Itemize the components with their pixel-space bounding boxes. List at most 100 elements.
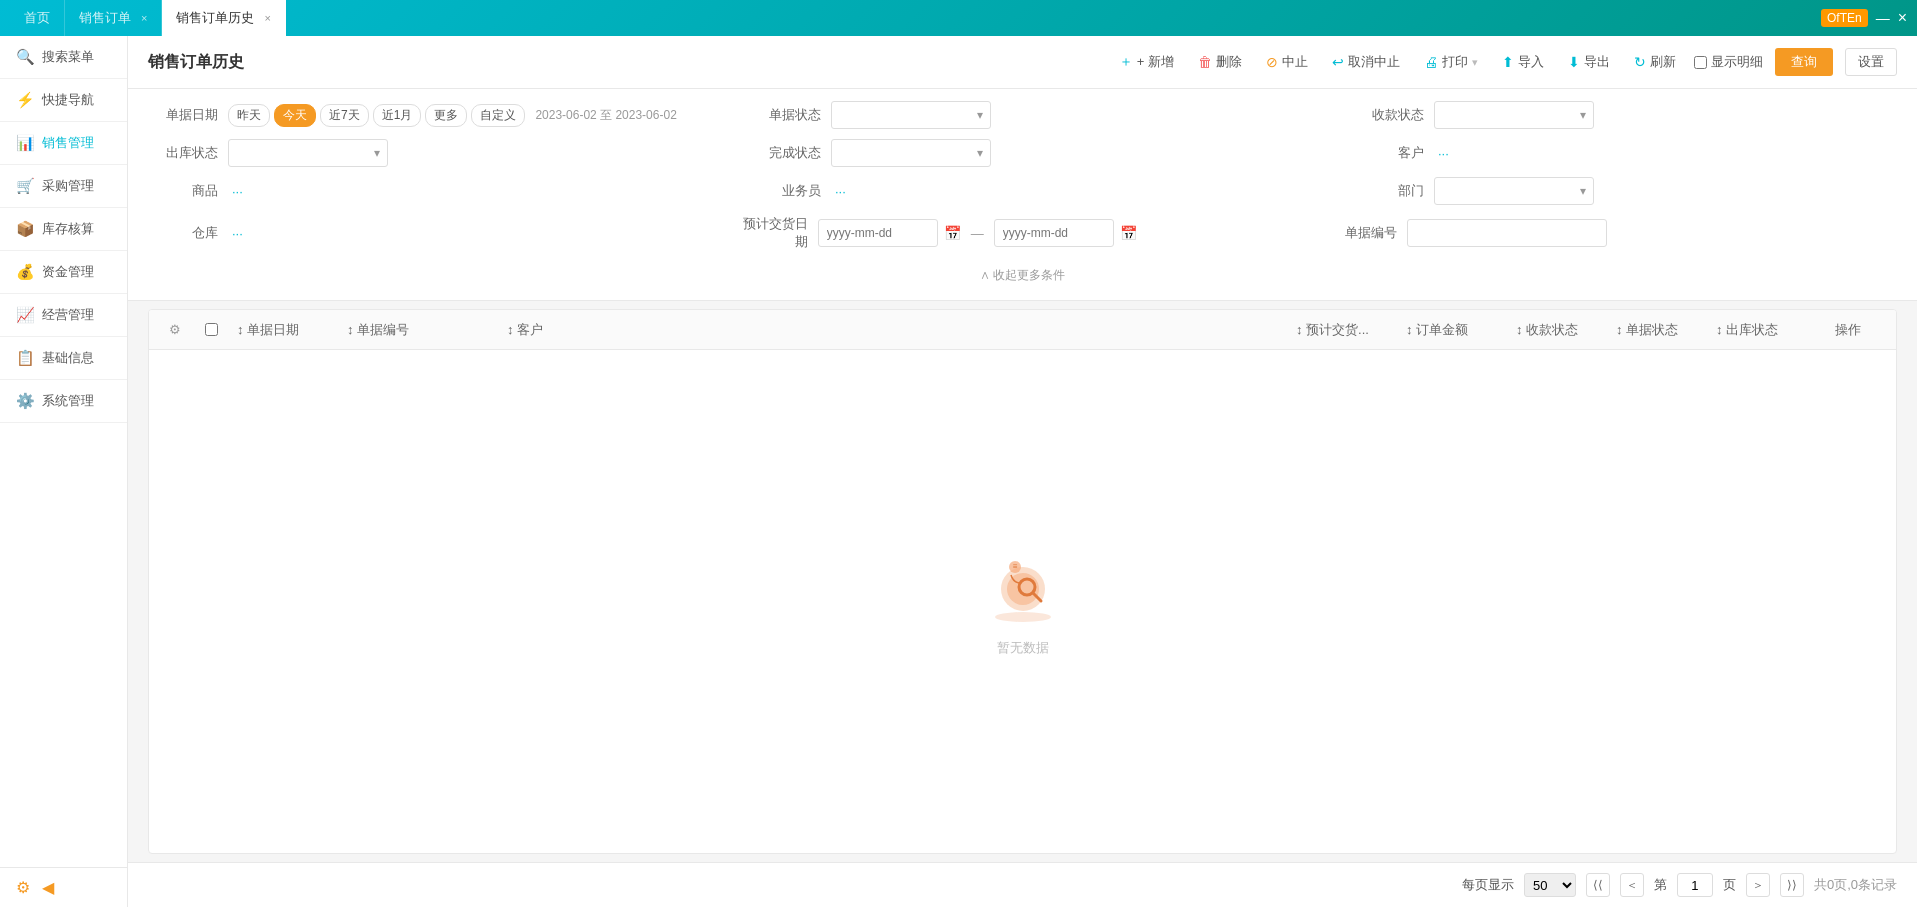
th-check[interactable] — [193, 323, 229, 336]
receipt-status-select[interactable] — [1434, 101, 1594, 129]
query-button[interactable]: 查询 — [1775, 48, 1833, 76]
sidebar-item-purchase-mgmt[interactable]: 🛒 采购管理 — [0, 165, 127, 208]
sidebar-item-purchase-mgmt-label: 采购管理 — [42, 177, 94, 195]
sidebar-item-sales-mgmt[interactable]: 📊 销售管理 — [0, 122, 127, 165]
date-btn-more[interactable]: 更多 — [425, 104, 467, 127]
filter-area: 单据日期 昨天 今天 近7天 近1月 更多 自定义 2023-06-02 至 2… — [128, 89, 1917, 301]
stock-out-status-select-wrapper[interactable] — [228, 139, 388, 167]
refresh-button[interactable]: ↻ 刷新 — [1628, 49, 1682, 75]
prev-page-button[interactable]: ＜ — [1620, 873, 1644, 897]
sidebar-item-fund-mgmt[interactable]: 💰 资金管理 — [0, 251, 127, 294]
tab-sales-order-close[interactable]: × — [141, 12, 147, 24]
new-button[interactable]: ＋ + 新增 — [1113, 49, 1180, 75]
refresh-label: 刷新 — [1650, 53, 1676, 71]
date-dash: — — [971, 226, 984, 241]
table-header: ⚙ ↕ 单据日期 ↕ 单据编号 ↕ 客户 ↕ 预计交货... ↕ 订单金额 — [149, 310, 1896, 350]
next-page-button[interactable]: ＞ — [1746, 873, 1770, 897]
salesperson-ellipsis[interactable]: ··· — [831, 184, 850, 199]
page-size-select[interactable]: 10 20 50 100 — [1524, 873, 1576, 897]
new-icon: ＋ — [1119, 53, 1133, 71]
stop-button[interactable]: ⊘ 中止 — [1260, 49, 1314, 75]
cancel-stop-label: 取消中止 — [1348, 53, 1400, 71]
complete-status-select[interactable] — [831, 139, 991, 167]
date-btn-7days[interactable]: 近7天 — [320, 104, 369, 127]
calendar-from-icon[interactable]: 📅 — [944, 225, 961, 241]
th-bill-status[interactable]: ↕ 单据状态 — [1608, 321, 1708, 339]
department-control — [1434, 177, 1897, 205]
export-button[interactable]: ⬇ 导出 — [1562, 49, 1616, 75]
th-stock-out[interactable]: ↕ 出库状态 — [1708, 321, 1808, 339]
tab-sales-order-label: 销售订单 — [79, 9, 131, 27]
calendar-to-icon[interactable]: 📅 — [1120, 225, 1137, 241]
filter-row-2: 出库状态 完成状态 客户 — [148, 139, 1897, 167]
goods-ellipsis[interactable]: ··· — [228, 184, 247, 199]
customer-ellipsis[interactable]: ··· — [1434, 146, 1453, 161]
sidebar-item-inventory-calc[interactable]: 📦 库存核算 — [0, 208, 127, 251]
th-client[interactable]: ↕ 客户 — [499, 321, 1288, 339]
display-detail-label: 显示明细 — [1711, 53, 1763, 71]
warehouse-ellipsis[interactable]: ··· — [228, 226, 247, 241]
cancel-stop-button[interactable]: ↩ 取消中止 — [1326, 49, 1406, 75]
bill-status-select-wrapper[interactable] — [831, 101, 991, 129]
bill-date-control: 昨天 今天 近7天 近1月 更多 自定义 2023-06-02 至 2023-0… — [228, 104, 691, 127]
th-gear[interactable]: ⚙ — [157, 322, 193, 337]
complete-status-label: 完成状态 — [751, 144, 831, 162]
delivery-date-to[interactable] — [994, 219, 1114, 247]
purchase-mgmt-icon: 🛒 — [16, 177, 34, 195]
th-amount[interactable]: ↕ 订单金额 — [1398, 321, 1508, 339]
first-page-button[interactable]: ⟨⟨ — [1586, 873, 1610, 897]
complete-status-select-wrapper[interactable] — [831, 139, 991, 167]
date-btn-custom[interactable]: 自定义 — [471, 104, 525, 127]
display-detail-checkbox-wrapper[interactable]: 显示明细 — [1694, 53, 1763, 71]
bill-number-input[interactable] — [1407, 219, 1607, 247]
th-delivery[interactable]: ↕ 预计交货... — [1288, 321, 1398, 339]
export-label: 导出 — [1584, 53, 1610, 71]
page-number-input[interactable] — [1677, 873, 1713, 897]
close-icon[interactable]: × — [1898, 9, 1907, 27]
department-select-wrapper[interactable] — [1434, 177, 1594, 205]
stock-out-status-select[interactable] — [228, 139, 388, 167]
th-amount-label: ↕ 订单金额 — [1406, 321, 1468, 339]
date-btn-today[interactable]: 今天 — [274, 104, 316, 127]
estimated-delivery-date-group: 📅 — 📅 — [818, 219, 1137, 247]
import-button[interactable]: ⬆ 导入 — [1496, 49, 1550, 75]
sidebar-settings-icon[interactable]: ⚙ — [16, 878, 30, 897]
th-number[interactable]: ↕ 单据编号 — [339, 321, 499, 339]
operation-mgmt-icon: 📈 — [16, 306, 34, 324]
sidebar-item-basic-info[interactable]: 📋 基础信息 — [0, 337, 127, 380]
th-operation: 操作 — [1808, 321, 1888, 339]
sidebar-item-search-menu-label: 搜索菜单 — [42, 48, 94, 66]
tab-sales-order[interactable]: 销售订单 × — [65, 0, 162, 36]
date-btn-yesterday[interactable]: 昨天 — [228, 104, 270, 127]
display-detail-checkbox[interactable] — [1694, 56, 1707, 69]
tab-sales-order-history-close[interactable]: × — [264, 12, 270, 24]
th-receipt[interactable]: ↕ 收款状态 — [1508, 321, 1608, 339]
stop-label: 中止 — [1282, 53, 1308, 71]
th-date[interactable]: ↕ 单据日期 — [229, 321, 339, 339]
print-button[interactable]: 🖨 打印 ▾ — [1418, 49, 1484, 75]
last-page-button[interactable]: ⟩⟩ — [1780, 873, 1804, 897]
minimize-icon[interactable]: — — [1876, 10, 1890, 26]
tab-sales-order-history-label: 销售订单历史 — [176, 9, 254, 27]
sidebar-item-operation-mgmt[interactable]: 📈 经营管理 — [0, 294, 127, 337]
delete-button[interactable]: 🗑 删除 — [1192, 49, 1248, 75]
sidebar-item-quick-nav[interactable]: ⚡ 快捷导航 — [0, 79, 127, 122]
tab-home[interactable]: 首页 — [10, 0, 65, 36]
date-btn-1month[interactable]: 近1月 — [373, 104, 422, 127]
sidebar-item-search-menu[interactable]: 🔍 搜索菜单 — [0, 36, 127, 79]
settings-button[interactable]: 设置 — [1845, 48, 1897, 76]
sidebar-item-system-mgmt-label: 系统管理 — [42, 392, 94, 410]
sidebar-collapse-icon[interactable]: ◀ — [42, 878, 54, 897]
receipt-status-select-wrapper[interactable] — [1434, 101, 1594, 129]
sidebar-item-system-mgmt[interactable]: ⚙️ 系统管理 — [0, 380, 127, 423]
bill-status-label: 单据状态 — [751, 106, 831, 124]
bill-status-select[interactable] — [831, 101, 991, 129]
select-all-checkbox[interactable] — [205, 323, 218, 336]
department-select[interactable] — [1434, 177, 1594, 205]
tab-sales-order-history[interactable]: 销售订单历史 × — [162, 0, 285, 36]
fund-mgmt-icon: 💰 — [16, 263, 34, 281]
inventory-calc-icon: 📦 — [16, 220, 34, 238]
collapse-bar[interactable]: ∧ 收起更多条件 — [148, 261, 1897, 288]
delivery-date-from[interactable] — [818, 219, 938, 247]
sidebar-item-fund-mgmt-label: 资金管理 — [42, 263, 94, 281]
